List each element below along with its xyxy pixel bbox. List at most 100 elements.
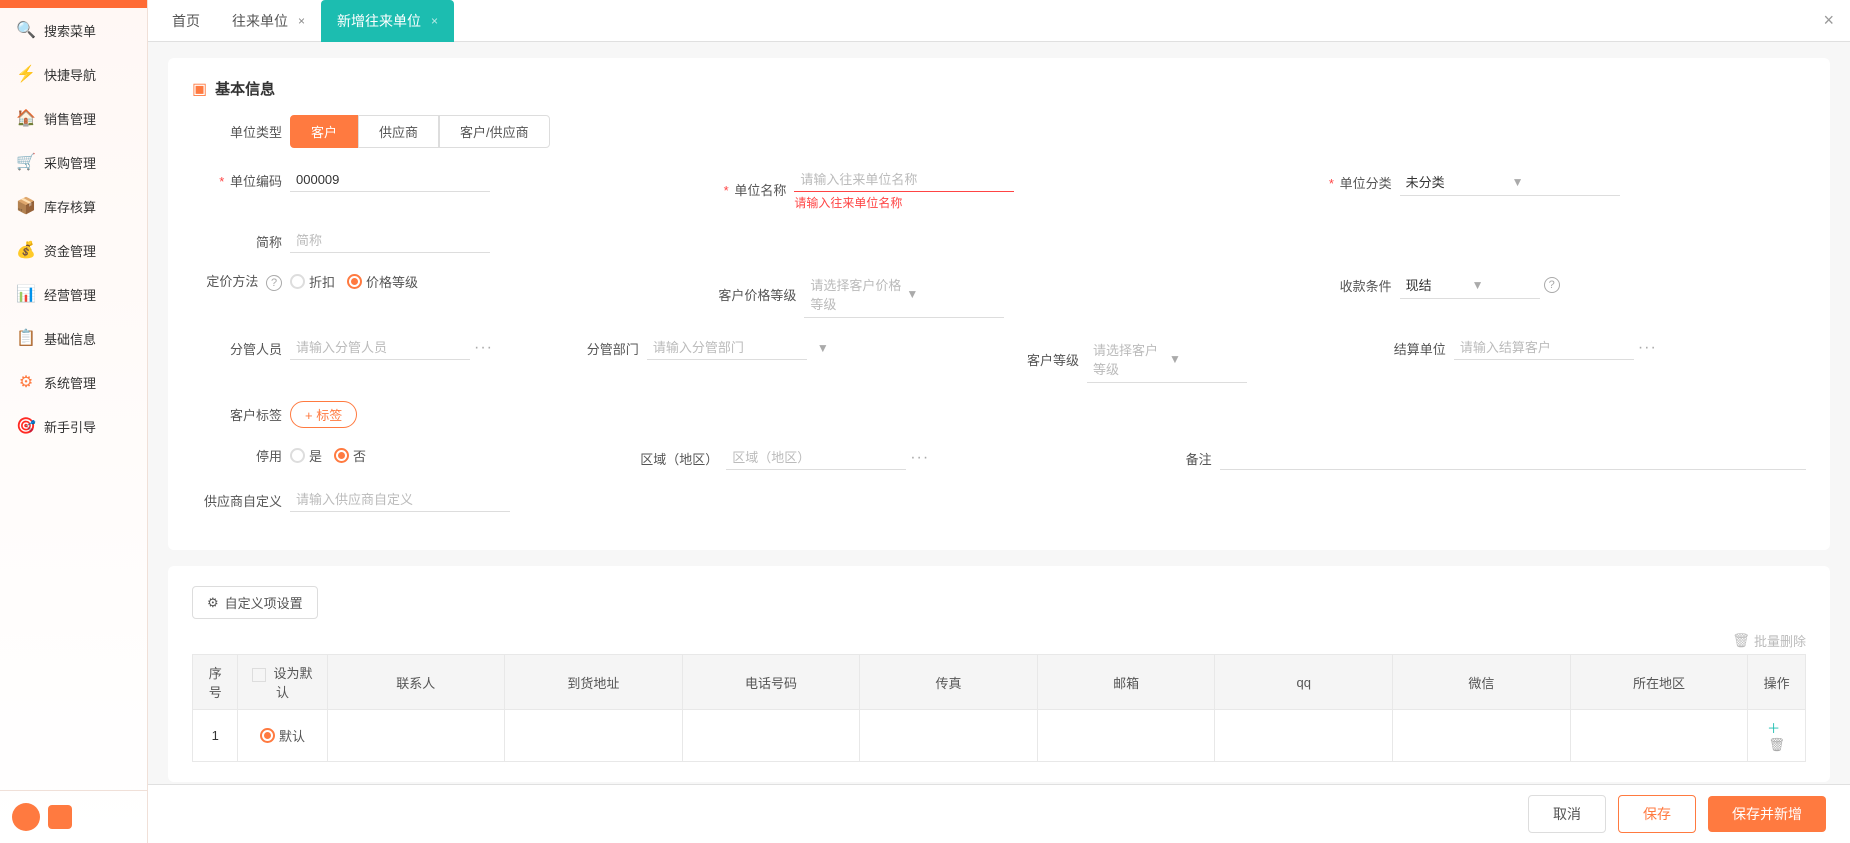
address-input[interactable] [515,728,672,743]
add-tag-button[interactable]: + 标签 [290,401,357,428]
disable-yes-circle [290,448,305,463]
disable-radio-no[interactable]: 否 [334,446,366,465]
contact-input[interactable] [338,728,495,743]
tab-new-counterparty-close[interactable]: × [431,14,438,28]
unit-category-select[interactable]: 未分类 ▼ [1400,168,1620,196]
phone-input[interactable] [693,728,850,743]
region-input[interactable] [726,446,906,470]
tab-counterparty[interactable]: 往来单位 × [216,0,321,42]
remark-input[interactable] [1220,446,1806,470]
disable-yes-label: 是 [309,446,322,465]
manager-input[interactable] [290,336,470,360]
short-name-field: 简称 [192,229,696,253]
sidebar-item-finance[interactable]: 💰 资金管理 [0,228,147,272]
select-all-checkbox[interactable] [252,668,266,682]
sidebar-item-system[interactable]: ⚙ 系统管理 [0,360,147,404]
tab-counterparty-close[interactable]: × [298,14,305,28]
tab-new-counterparty[interactable]: 新增往来单位 × [321,0,454,42]
form-row-3: 定价方法 ? 折扣 价格等级 [192,271,1806,318]
add-row-btn[interactable]: ＋ [1767,721,1780,736]
customer-price-field: 客户价格等级 请选择客户价格等级 ▼ [696,271,1301,318]
short-name-input[interactable] [290,229,490,253]
settlement-more-btn[interactable]: ··· [1638,339,1657,357]
department-input[interactable] [647,336,807,360]
region-more-btn[interactable]: ··· [910,449,929,467]
department-chevron: ▼ [817,341,829,355]
col-seq: 序号 [193,655,238,710]
payment-help-icon[interactable]: ? [1544,277,1560,293]
custom-settings-button[interactable]: ⚙ 自定义项设置 [192,586,318,619]
cancel-button[interactable]: 取消 [1528,795,1606,833]
cell-email[interactable] [1037,710,1215,762]
manager-more-btn[interactable]: ··· [474,339,493,357]
customer-price-select[interactable]: 请选择客户价格等级 ▼ [804,271,1004,318]
custom-settings-label: 自定义项设置 [225,593,303,612]
form-footer: 取消 保存 保存并新增 [148,784,1850,843]
form-content: ▣ 基本信息 单位类型 客户 供应商 客户/供应商 * 单位编码 [148,42,1850,784]
pricing-help-icon[interactable]: ? [266,275,282,291]
customer-price-label: 客户价格等级 [696,285,796,304]
sidebar-item-inventory[interactable]: 📦 库存核算 [0,184,147,228]
settlement-input[interactable] [1454,336,1634,360]
supplier-custom-input[interactable] [290,488,510,512]
unit-category-label: * 单位分类 [1302,173,1392,192]
type-btn-supplier[interactable]: 供应商 [358,115,439,148]
delete-row-btn[interactable]: 🗑 [1768,737,1785,752]
guide-icon: 🎯 [16,416,36,436]
cell-wechat[interactable] [1393,710,1571,762]
type-btn-both[interactable]: 客户/供应商 [439,115,550,148]
cell-fax[interactable] [860,710,1038,762]
sidebar-item-sales[interactable]: 🏠 销售管理 [0,96,147,140]
wechat-input[interactable] [1403,728,1560,743]
customer-level-select[interactable]: 请选择客户等级 ▼ [1087,336,1247,383]
sidebar-item-quick-nav[interactable]: ⚡ 快捷导航 [0,52,147,96]
form-row-2: 简称 [192,229,1806,253]
tab-home[interactable]: 首页 [156,0,216,42]
unit-name-input[interactable] [794,168,1014,192]
batch-delete-label: 批量删除 [1754,631,1806,650]
sidebar-item-label: 新手引导 [44,417,96,436]
save-button[interactable]: 保存 [1618,795,1696,833]
col-ops: 操作 [1748,655,1806,710]
sidebar-item-purchase[interactable]: 🛒 采购管理 [0,140,147,184]
window-close-button[interactable]: × [1815,10,1842,31]
payment-select[interactable]: 现结 ▼ [1400,271,1540,299]
col-phone: 电话号码 [682,655,860,710]
cell-phone[interactable] [682,710,860,762]
cell-contact[interactable] [327,710,505,762]
sidebar-item-basic[interactable]: 📋 基础信息 [0,316,147,360]
sidebar-item-operation[interactable]: 📊 经营管理 [0,272,147,316]
email-input[interactable] [1048,728,1205,743]
sidebar-item-search[interactable]: 🔍 搜索菜单 [0,8,147,52]
manager-field: 分管人员 ··· [192,336,559,360]
pricing-radio-grade[interactable]: 价格等级 [347,272,418,291]
pricing-discount-label: 折扣 [309,272,335,291]
fax-input[interactable] [870,728,1027,743]
pricing-radio-discount[interactable]: 折扣 [290,272,335,291]
menu-bar-icon[interactable] [48,805,72,829]
main-area: 首页 往来单位 × 新增往来单位 × × ▣ 基本信息 单位类型 客户 供应商 … [148,0,1850,843]
default-radio[interactable]: 默认 [248,726,316,745]
sidebar-item-label: 快捷导航 [44,65,96,84]
qq-input[interactable] [1225,728,1382,743]
batch-delete-area[interactable]: 🗑 批量删除 [192,631,1806,650]
sales-icon: 🏠 [16,108,36,128]
region-table-input[interactable] [1581,728,1738,743]
cell-region[interactable] [1570,710,1748,762]
cell-address[interactable] [505,710,683,762]
sidebar-item-guide[interactable]: 🎯 新手引导 [0,404,147,448]
payment-chevron: ▼ [1472,278,1534,292]
search-icon: 🔍 [16,20,36,40]
cell-qq[interactable] [1215,710,1393,762]
required-mark2: * [724,183,729,198]
sidebar-item-label: 搜索菜单 [44,21,96,40]
department-label: 分管部门 [559,339,639,358]
unit-code-input[interactable] [290,168,490,192]
disable-radio-yes[interactable]: 是 [290,446,322,465]
unit-name-error: 请输入往来单位名称 [794,194,1301,211]
operation-icon: 📊 [16,284,36,304]
cell-default: 默认 [238,710,327,762]
type-btn-customer[interactable]: 客户 [290,115,358,148]
save-new-button[interactable]: 保存并新增 [1708,796,1826,832]
customer-tag-field: 客户标签 + 标签 [192,401,1806,428]
